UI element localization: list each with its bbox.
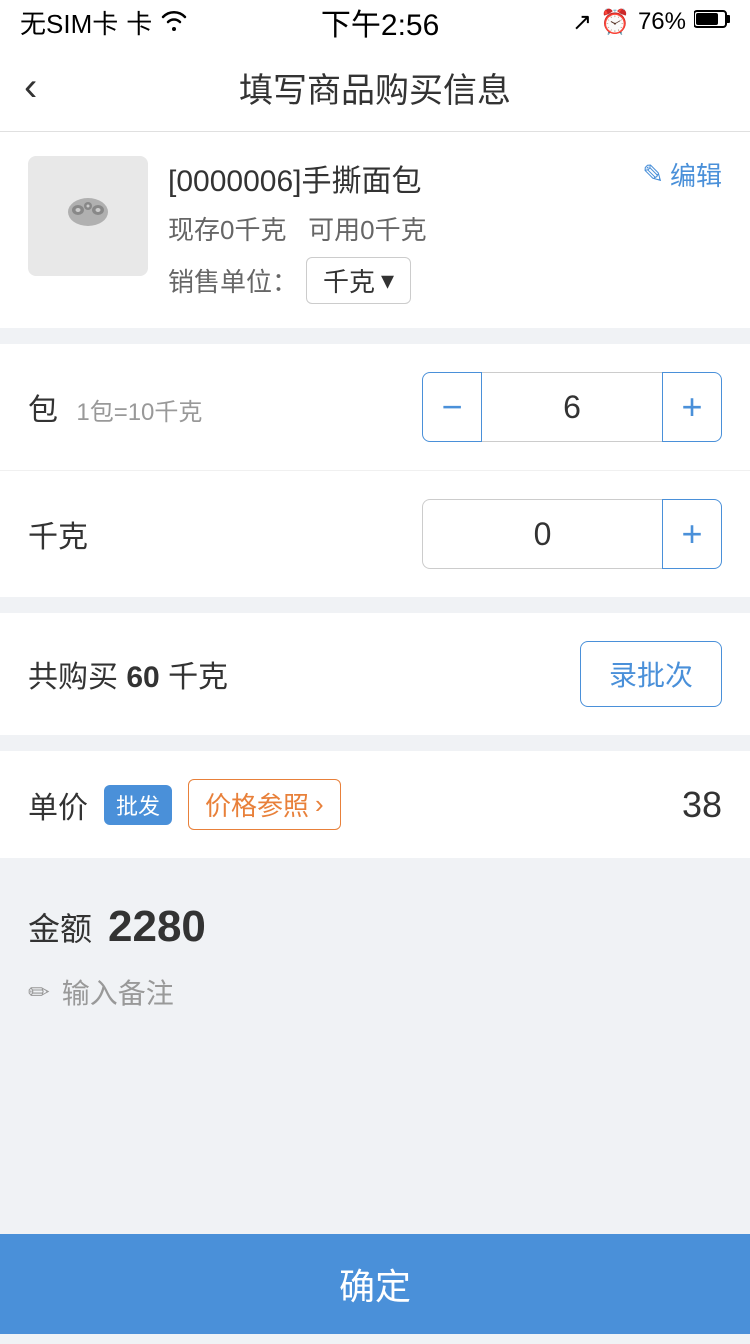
bao-label: 包 1包=10千克 [28,385,422,429]
edit-icon: ✎ [642,159,664,190]
wifi-icon [160,7,188,38]
bao-sub: 1包=10千克 [76,399,202,426]
confirm-button[interactable]: 确定 [0,1234,750,1334]
page-title: 填写商品购买信息 [239,63,511,112]
remark-row[interactable]: ✏ 输入备注 [28,968,722,1016]
remark-placeholder: 输入备注 [62,972,174,1012]
price-section: 单价 批发 价格参照 › 38 [0,751,750,858]
kg-quantity-input[interactable] [422,499,662,569]
total-unit: 千克 [168,661,228,694]
product-name: [0000006]手撕面包 [168,156,722,200]
record-batch-button[interactable]: 录批次 [580,641,722,707]
product-info: [0000006]手撕面包 现存0千克 可用0千克 销售单位： 千克 ▾ [168,156,722,304]
total-section: 共购买 60 千克 录批次 [0,613,750,735]
price-row: 单价 批发 价格参照 › 38 [0,751,750,858]
status-right: ↗ ⏰ 76% [572,8,730,37]
bao-quantity-row: 包 1包=10千克 − + [0,344,750,471]
price-ref-label: 价格参照 [205,786,309,823]
price-label: 单价 [28,783,88,827]
kg-plus-button[interactable]: + [662,499,722,569]
nav-bar: ‹ 填写商品购买信息 [0,44,750,132]
price-ref-button[interactable]: 价格参照 › [188,779,341,830]
product-stock: 现存0千克 可用0千克 [168,210,722,247]
status-left: 无SIM卡 卡 [20,4,188,41]
product-unit: 销售单位： 千克 ▾ [168,257,722,304]
edit-button[interactable]: ✎ 编辑 [642,156,722,193]
total-label: 共购买 60 千克 [28,652,228,696]
amount-value: 2280 [108,902,206,952]
battery-icon [694,8,730,36]
dropdown-icon: ▾ [381,265,394,296]
available-stock: 可用0千克 [308,215,426,245]
location-icon: ↗ [572,8,592,37]
status-time: 下午2:56 [321,0,439,44]
kg-quantity-control: + [422,499,722,569]
sim-icon: 卡 [126,4,152,41]
status-bar: 无SIM卡 卡 下午2:56 ↗ ⏰ 76% [0,0,750,44]
back-button[interactable]: ‹ [24,65,37,110]
unit-select[interactable]: 千克 ▾ [306,257,411,304]
amount-label: 金额 [28,904,92,950]
product-card: [0000006]手撕面包 现存0千克 可用0千克 销售单位： 千克 ▾ ✎ 编… [0,132,750,328]
bao-quantity-input[interactable] [482,372,662,442]
remark-icon: ✏ [28,977,50,1008]
current-stock: 现存0千克 [168,215,286,245]
kg-quantity-row: 千克 + [0,471,750,597]
price-tag: 批发 [104,785,172,825]
bao-plus-button[interactable]: + [662,372,722,442]
product-image [28,156,148,276]
total-value: 60 [126,661,159,694]
carrier-text: 无SIM卡 [20,4,118,41]
bao-minus-button[interactable]: − [422,372,482,442]
bao-quantity-control: − + [422,372,722,442]
quantity-section: 包 1包=10千克 − + 千克 + [0,344,750,597]
amount-section: 金额 2280 ✏ 输入备注 [0,874,750,1044]
unit-label: 销售单位： [168,262,298,299]
price-value: 38 [682,784,722,826]
amount-row: 金额 2280 [28,902,722,952]
battery-text: 76% [638,8,686,36]
kg-label: 千克 [28,512,422,556]
alarm-icon: ⏰ [600,8,630,37]
price-ref-arrow: › [315,789,324,820]
